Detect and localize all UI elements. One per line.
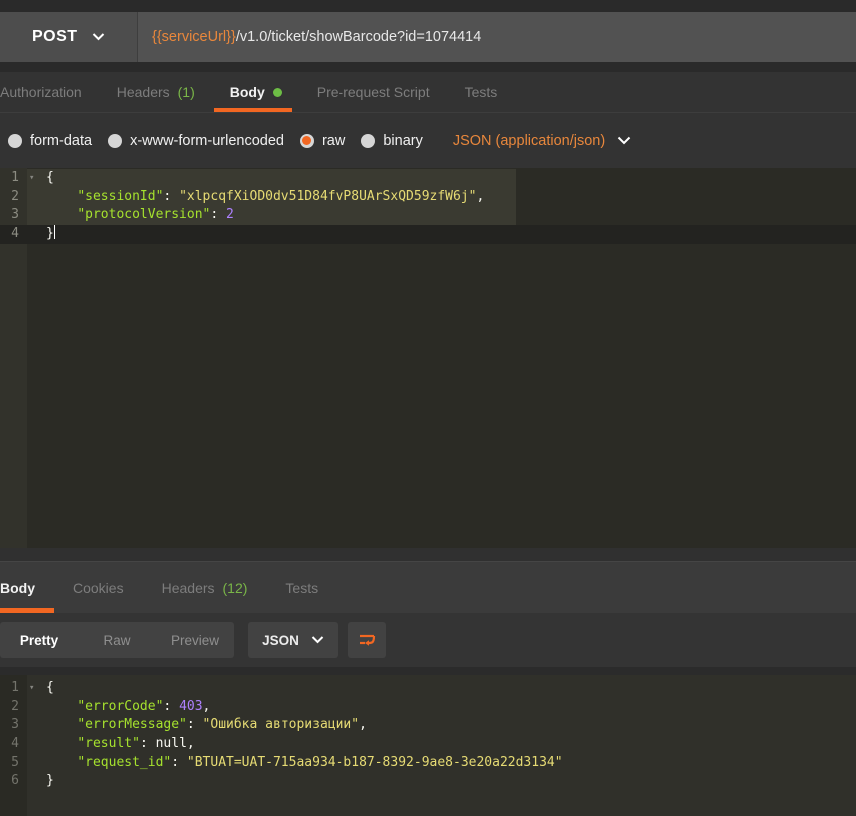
line-number: 6 bbox=[11, 773, 19, 789]
tab-response-body[interactable]: Body bbox=[0, 562, 54, 613]
tab-count: (1) bbox=[177, 84, 195, 100]
line-number: 3 bbox=[11, 717, 19, 733]
tab-label: Body bbox=[229, 84, 265, 100]
code-text: "errorMessage": "Ошибка авторизации", bbox=[77, 717, 367, 733]
code-text: "errorCode": 403, bbox=[77, 698, 211, 714]
divider bbox=[0, 62, 856, 72]
radio-label: form-data bbox=[30, 132, 93, 149]
tab-label: Headers bbox=[161, 579, 215, 596]
code-line: 2 "sessionId": "xlpcqfXiOD0dv51D84fvP8UA… bbox=[0, 187, 856, 207]
radio-icon bbox=[361, 133, 376, 148]
response-tabs: Body Cookies Headers (12) Tests bbox=[0, 562, 856, 613]
wrap-lines-button[interactable] bbox=[348, 622, 386, 658]
code-text: { bbox=[27, 169, 856, 188]
method-label: POST bbox=[32, 28, 78, 45]
radio-icon bbox=[108, 133, 123, 148]
url-environment-variable: {{serviceUrl}} bbox=[152, 29, 236, 45]
tab-authorization[interactable]: Authorization bbox=[0, 72, 82, 112]
response-toolbar: Pretty Raw Preview JSON bbox=[0, 613, 856, 667]
pane-divider[interactable] bbox=[0, 548, 856, 562]
tab-label: Cookies bbox=[73, 579, 124, 596]
fold-toggle-icon[interactable]: ▾ bbox=[29, 169, 34, 188]
request-url-bar: POST {{serviceUrl}}/v1.0/ticket/showBarc… bbox=[0, 12, 856, 62]
tab-pre-request-script[interactable]: Pre-request Script bbox=[317, 72, 430, 112]
radio-label: binary bbox=[383, 132, 423, 149]
body-present-dot bbox=[272, 87, 282, 97]
line-number: 1 bbox=[11, 170, 19, 185]
word-wrap-icon bbox=[360, 634, 376, 646]
format-label: JSON bbox=[262, 632, 299, 648]
fold-toggle-icon[interactable]: ▾ bbox=[29, 679, 34, 698]
code-line: 3 "errorMessage": "Ошибка авторизации", bbox=[0, 716, 856, 735]
code-line: 1 ▾ { bbox=[0, 679, 856, 698]
tab-label: Pre-request Script bbox=[316, 84, 430, 100]
request-tabs: Authorization Headers (1) Body Pre-reque… bbox=[0, 72, 856, 113]
line-number: 5 bbox=[11, 754, 19, 770]
response-format-selector[interactable]: JSON bbox=[248, 622, 338, 658]
code-line: 4 "result": null, bbox=[0, 735, 856, 754]
view-mode-switch: Pretty Raw Preview bbox=[0, 622, 234, 658]
tab-label: Authorization bbox=[0, 84, 82, 100]
radio-raw[interactable]: raw bbox=[299, 132, 346, 149]
url-path: /v1.0/ticket/showBarcode?id=1074414 bbox=[235, 29, 482, 45]
radio-form-data[interactable]: form-data bbox=[8, 133, 92, 149]
line-number: 3 bbox=[11, 207, 19, 223]
divider bbox=[0, 667, 856, 675]
tab-count: (12) bbox=[222, 579, 248, 596]
method-selector[interactable]: POST bbox=[0, 12, 138, 62]
text-cursor bbox=[53, 225, 55, 240]
response-body-editor[interactable]: 1 ▾{2 "errorCode": 403, 3 "errorMessage": … bbox=[0, 675, 856, 816]
radio-icon bbox=[8, 133, 22, 148]
line-number: 2 bbox=[11, 188, 19, 204]
preview-button[interactable]: Preview bbox=[156, 622, 234, 658]
line-number: 4 bbox=[11, 226, 19, 242]
code-line: 5 "request_id": "BTUAT=UAT-715aa934-b187… bbox=[0, 754, 856, 773]
code-text: { bbox=[46, 680, 54, 695]
content-type-label: JSON (application/json) bbox=[452, 132, 606, 149]
radio-label: raw bbox=[321, 132, 346, 149]
tab-headers[interactable]: Headers (1) bbox=[117, 72, 195, 112]
tab-label: Headers bbox=[116, 84, 170, 100]
code-line: 3 "protocolVersion": 2 bbox=[0, 206, 856, 226]
radio-x-www-form-urlencoded[interactable]: x-www-form-urlencoded bbox=[108, 133, 284, 149]
code-line: 1 ▾{ bbox=[0, 169, 856, 188]
code-text: "protocolVersion": 2 bbox=[27, 206, 856, 226]
tab-label: Body bbox=[0, 579, 35, 596]
code-text: } bbox=[46, 773, 54, 789]
tab-body[interactable]: Body bbox=[213, 72, 292, 112]
code-line: 4} bbox=[0, 225, 856, 244]
code-line: 2 "errorCode": 403, bbox=[0, 698, 856, 717]
url-input[interactable]: {{serviceUrl}}/v1.0/ticket/showBarcode?i… bbox=[138, 12, 856, 62]
pretty-button[interactable]: Pretty bbox=[0, 622, 78, 658]
code-text: "result": null, bbox=[77, 736, 195, 752]
tab-label: Tests bbox=[464, 84, 498, 100]
radio-label: x-www-form-urlencoded bbox=[130, 132, 284, 149]
tab-response-headers[interactable]: Headers (12) bbox=[162, 562, 248, 613]
chevron-down-icon bbox=[92, 33, 104, 41]
body-mode-row: form-data x-www-form-urlencoded raw bina… bbox=[0, 113, 856, 168]
raw-button[interactable]: Raw bbox=[78, 622, 156, 658]
tab-label: Tests bbox=[285, 579, 319, 596]
chevron-down-icon bbox=[617, 136, 631, 145]
chevron-down-icon bbox=[311, 636, 324, 644]
code-line: 6} bbox=[0, 772, 856, 791]
top-divider bbox=[0, 0, 856, 12]
tab-cookies[interactable]: Cookies bbox=[73, 562, 124, 613]
line-number: 4 bbox=[11, 736, 19, 752]
radio-binary[interactable]: binary bbox=[361, 133, 423, 149]
radio-selected-icon bbox=[299, 133, 314, 148]
code-text: } bbox=[46, 225, 55, 242]
request-body-editor[interactable]: 1 ▾{2 "sessionId": "xlpcqfXiOD0dv51D84fvP… bbox=[0, 168, 856, 548]
code-text: "request_id": "BTUAT=UAT-715aa934-b187-8… bbox=[77, 754, 563, 770]
line-number: 2 bbox=[11, 698, 19, 714]
content-type-selector[interactable]: JSON (application/json) bbox=[453, 133, 631, 149]
line-number: 1 bbox=[11, 680, 19, 695]
tab-tests[interactable]: Tests bbox=[465, 72, 498, 112]
tab-response-tests[interactable]: Tests bbox=[285, 562, 318, 613]
code-text: "sessionId": "xlpcqfXiOD0dv51D84fvP8UArS… bbox=[27, 187, 856, 207]
